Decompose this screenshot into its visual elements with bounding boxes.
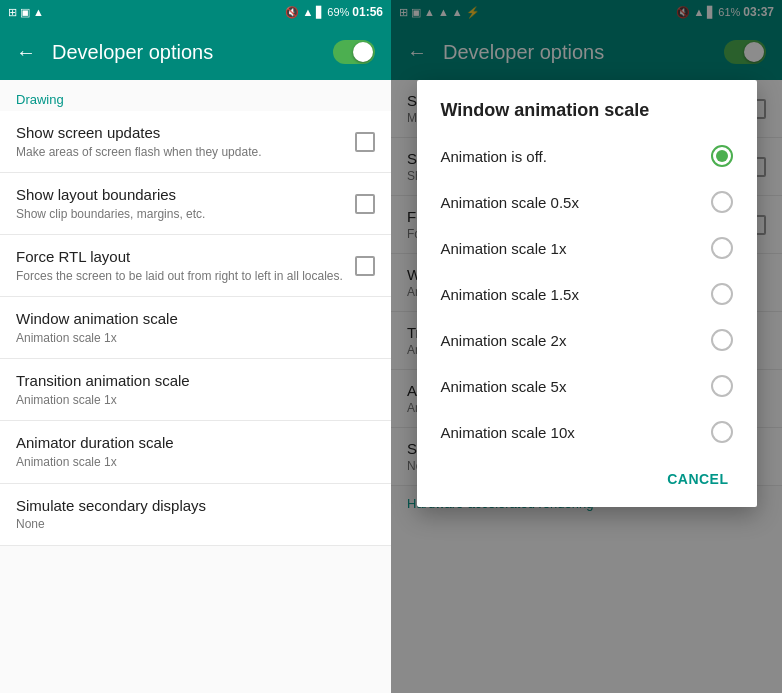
dialog-title: Window animation scale xyxy=(417,80,757,133)
force-rtl-subtitle: Forces the screen to be laid out from ri… xyxy=(16,269,343,285)
dialog-overlay: Window animation scale Animation is off.… xyxy=(391,0,782,693)
left-toolbar: ← Developer options xyxy=(0,24,391,80)
drawing-section-header: Drawing xyxy=(0,80,391,111)
left-status-bar: ⊞ ▣ ▲ 🔇 ▲ ▋ 69% 01:56 xyxy=(0,0,391,24)
dialog-actions: CANCEL xyxy=(417,455,757,507)
show-layout-boundaries-checkbox[interactable] xyxy=(355,194,375,214)
window-animation-text: Window animation scale Animation scale 1… xyxy=(16,309,375,346)
dialog-option-off[interactable]: Animation is off. xyxy=(417,133,757,179)
left-time: 01:56 xyxy=(352,5,383,19)
dialog-option-05x[interactable]: Animation scale 0.5x xyxy=(417,179,757,225)
dialog-option-5x[interactable]: Animation scale 5x xyxy=(417,363,757,409)
left-back-button[interactable]: ← xyxy=(16,41,36,64)
signal-icon: ▋ xyxy=(316,6,324,19)
dialog-option-2x-label: Animation scale 2x xyxy=(441,332,567,349)
alert-icon: ▲ xyxy=(33,6,44,18)
dialog-option-1x-radio[interactable] xyxy=(711,237,733,259)
left-status-icons: ⊞ ▣ ▲ xyxy=(8,6,44,19)
setting-item-simulate-displays[interactable]: Simulate secondary displays None xyxy=(0,484,391,546)
dialog-option-15x[interactable]: Animation scale 1.5x xyxy=(417,271,757,317)
dialog-option-off-radio[interactable] xyxy=(711,145,733,167)
window-animation-dialog: Window animation scale Animation is off.… xyxy=(417,80,757,507)
dialog-option-5x-radio[interactable] xyxy=(711,375,733,397)
left-status-right: 🔇 ▲ ▋ 69% 01:56 xyxy=(285,5,383,19)
dialog-option-10x-label: Animation scale 10x xyxy=(441,424,575,441)
setting-item-window-animation[interactable]: Window animation scale Animation scale 1… xyxy=(0,297,391,359)
dialog-cancel-button[interactable]: CANCEL xyxy=(655,463,740,495)
mute-icon: 🔇 xyxy=(285,6,299,19)
show-screen-updates-subtitle: Make areas of screen flash when they upd… xyxy=(16,145,343,161)
screenshot-icon: ▣ xyxy=(20,6,30,19)
force-rtl-text: Force RTL layout Forces the screen to be… xyxy=(16,247,355,284)
dialog-option-1x-label: Animation scale 1x xyxy=(441,240,567,257)
left-content: Drawing Show screen updates Make areas o… xyxy=(0,80,391,693)
animator-duration-text: Animator duration scale Animation scale … xyxy=(16,433,375,470)
setting-item-show-layout-boundaries[interactable]: Show layout boundaries Show clip boundar… xyxy=(0,173,391,235)
setting-item-animator-duration[interactable]: Animator duration scale Animation scale … xyxy=(0,421,391,483)
left-page-title: Developer options xyxy=(52,41,317,64)
setting-item-transition-animation[interactable]: Transition animation scale Animation sca… xyxy=(0,359,391,421)
wifi-icon: ▲ xyxy=(302,6,313,18)
dialog-option-15x-label: Animation scale 1.5x xyxy=(441,286,579,303)
transition-animation-title: Transition animation scale xyxy=(16,371,363,391)
show-layout-boundaries-subtitle: Show clip boundaries, margins, etc. xyxy=(16,207,343,223)
window-animation-title: Window animation scale xyxy=(16,309,363,329)
gallery-icon: ⊞ xyxy=(8,6,17,19)
dialog-option-05x-label: Animation scale 0.5x xyxy=(441,194,579,211)
right-panel: ⊞ ▣ ▲ ▲ ▲ ⚡ 🔇 ▲ ▋ 61% 03:37 ← Developer … xyxy=(391,0,782,693)
setting-item-force-rtl[interactable]: Force RTL layout Forces the screen to be… xyxy=(0,235,391,297)
simulate-displays-text: Simulate secondary displays None xyxy=(16,496,375,533)
dialog-option-10x-radio[interactable] xyxy=(711,421,733,443)
dialog-option-1x[interactable]: Animation scale 1x xyxy=(417,225,757,271)
simulate-displays-subtitle: None xyxy=(16,517,363,533)
dialog-option-5x-label: Animation scale 5x xyxy=(441,378,567,395)
force-rtl-checkbox[interactable] xyxy=(355,256,375,276)
battery-text: 69% xyxy=(327,6,349,18)
show-layout-boundaries-text: Show layout boundaries Show clip boundar… xyxy=(16,185,355,222)
dialog-options-list: Animation is off. Animation scale 0.5x A… xyxy=(417,133,757,455)
window-animation-subtitle: Animation scale 1x xyxy=(16,331,363,347)
transition-animation-text: Transition animation scale Animation sca… xyxy=(16,371,375,408)
show-layout-boundaries-title: Show layout boundaries xyxy=(16,185,343,205)
transition-animation-subtitle: Animation scale 1x xyxy=(16,393,363,409)
show-screen-updates-title: Show screen updates xyxy=(16,123,343,143)
dialog-option-05x-radio[interactable] xyxy=(711,191,733,213)
dialog-option-2x[interactable]: Animation scale 2x xyxy=(417,317,757,363)
left-developer-toggle[interactable] xyxy=(333,40,375,64)
show-screen-updates-text: Show screen updates Make areas of screen… xyxy=(16,123,355,160)
force-rtl-title: Force RTL layout xyxy=(16,247,343,267)
dialog-option-15x-radio[interactable] xyxy=(711,283,733,305)
dialog-option-10x[interactable]: Animation scale 10x xyxy=(417,409,757,455)
animator-duration-title: Animator duration scale xyxy=(16,433,363,453)
show-screen-updates-checkbox[interactable] xyxy=(355,132,375,152)
dialog-option-2x-radio[interactable] xyxy=(711,329,733,351)
setting-item-show-screen-updates[interactable]: Show screen updates Make areas of screen… xyxy=(0,111,391,173)
simulate-displays-title: Simulate secondary displays xyxy=(16,496,363,516)
animator-duration-subtitle: Animation scale 1x xyxy=(16,455,363,471)
left-panel: ⊞ ▣ ▲ 🔇 ▲ ▋ 69% 01:56 ← Developer option… xyxy=(0,0,391,693)
dialog-option-off-label: Animation is off. xyxy=(441,148,547,165)
